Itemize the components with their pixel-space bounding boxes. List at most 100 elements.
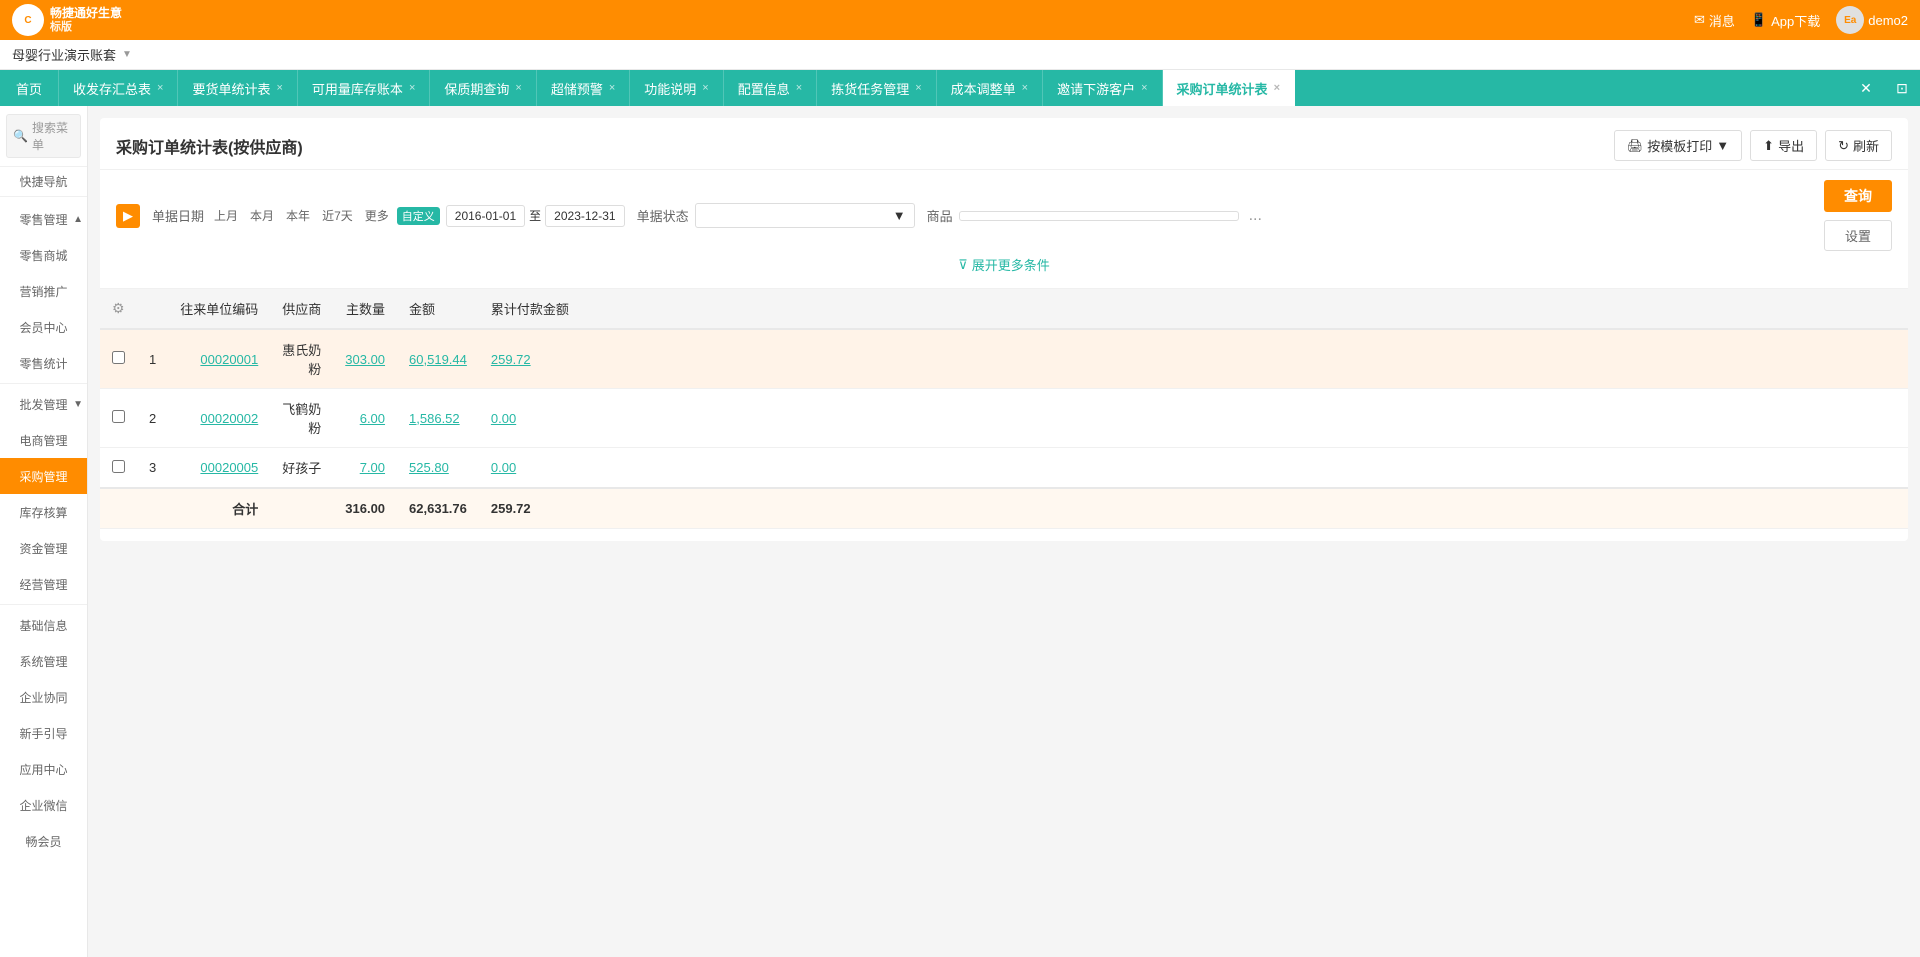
more-options-icon[interactable]: ... xyxy=(1245,207,1266,225)
row-checkbox-cell xyxy=(100,448,137,489)
close-icon[interactable]: × xyxy=(609,82,615,94)
row-main-qty[interactable]: 303.00 xyxy=(333,329,397,389)
close-icon[interactable]: × xyxy=(1141,82,1147,94)
sidebar-item-purchase[interactable]: 采购管理 xyxy=(0,458,87,494)
tab-home[interactable]: 首页 xyxy=(0,70,59,106)
row-checkbox[interactable] xyxy=(112,410,125,423)
row-extra xyxy=(581,448,1908,489)
account-selector[interactable]: 母婴行业演示账套 ▼ xyxy=(12,45,132,64)
tab-close-btn[interactable]: ✕ xyxy=(1848,70,1884,106)
row-amount[interactable]: 60,519.44 xyxy=(397,329,479,389)
refresh-btn[interactable]: ↻ 刷新 xyxy=(1825,130,1892,161)
top-bar: C 畅捷通好生意 标版 ✉ 消息 📱 App下载 Ea demo2 xyxy=(0,0,1920,40)
quick-nav-item[interactable]: 快捷导航 xyxy=(0,167,87,197)
sidebar-item-basics[interactable]: 基础信息 xyxy=(0,607,87,643)
row-paid-amount[interactable]: 0.00 xyxy=(479,389,581,448)
tab-peizhi[interactable]: 配置信息 × xyxy=(724,70,817,106)
sidebar-item-retail-mgmt[interactable]: 零售管理 ▲ xyxy=(0,201,87,237)
search-menu-box[interactable]: 🔍 搜索菜单 xyxy=(6,114,81,158)
sidebar-item-marketing[interactable]: 营销推广 xyxy=(0,273,87,309)
row-unit-code[interactable]: 00020001 xyxy=(168,329,270,389)
tab-yaoqing[interactable]: 邀请下游客户 × xyxy=(1043,70,1162,106)
footer-amount: 62,631.76 xyxy=(397,488,479,529)
tab-chaochu[interactable]: 超储预警 × xyxy=(537,70,630,106)
tab-keyongliang[interactable]: 可用量库存账本 × xyxy=(298,70,430,106)
export-btn[interactable]: ⬆ 导出 xyxy=(1750,130,1817,161)
sidebar-item-wechat[interactable]: 企业微信 xyxy=(0,787,87,823)
row-checkbox[interactable] xyxy=(112,460,125,473)
date-last-month[interactable]: 上月 xyxy=(210,205,242,226)
close-icon[interactable]: × xyxy=(157,82,163,94)
sidebar-item-wholesale[interactable]: 批发管理 ▼ xyxy=(0,386,87,422)
query-btn[interactable]: 查询 xyxy=(1824,180,1892,212)
sidebar-item-retail-stats[interactable]: 零售统计 xyxy=(0,345,87,381)
sidebar-search[interactable]: 🔍 搜索菜单 xyxy=(0,106,87,167)
sidebar-item-newguide[interactable]: 新手引导 xyxy=(0,715,87,751)
table-row: 1 00020001 惠氏奶粉 303.00 xyxy=(100,329,1908,389)
row-paid-amount[interactable]: 0.00 xyxy=(479,448,581,489)
date-this-year[interactable]: 本年 xyxy=(282,205,314,226)
template-print-btn[interactable]: 🖨 按模板打印 ▼ xyxy=(1614,130,1742,161)
date-end[interactable]: 2023-12-31 xyxy=(545,205,624,227)
logo-text: 畅捷通好生意 标版 xyxy=(50,6,122,34)
row-extra xyxy=(581,329,1908,389)
close-icon[interactable]: × xyxy=(1022,82,1028,94)
row-index: 3 xyxy=(137,448,168,489)
message-btn[interactable]: ✉ 消息 xyxy=(1694,11,1735,30)
row-amount[interactable]: 525.80 xyxy=(397,448,479,489)
sidebar-item-member[interactable]: 会员中心 xyxy=(0,309,87,345)
row-main-qty[interactable]: 7.00 xyxy=(333,448,397,489)
sidebar-item-retail-shop[interactable]: 零售商城 xyxy=(0,237,87,273)
sidebar-item-system[interactable]: 系统管理 xyxy=(0,643,87,679)
sidebar-item-finance[interactable]: 资金管理 xyxy=(0,530,87,566)
close-icon[interactable]: × xyxy=(276,82,282,94)
goods-select[interactable] xyxy=(959,211,1239,221)
close-icon[interactable]: × xyxy=(515,82,521,94)
status-select[interactable]: ▼ xyxy=(695,203,915,228)
sidebar-item-operations[interactable]: 经营管理 xyxy=(0,566,87,602)
footer-index-cell xyxy=(137,488,168,529)
date-last-7days[interactable]: 近7天 xyxy=(318,205,357,226)
date-more[interactable]: 更多 xyxy=(361,205,393,226)
filter-goods-group: 商品 ... xyxy=(927,206,1266,225)
row-paid-amount[interactable]: 259.72 xyxy=(479,329,581,389)
filter-toggle-btn[interactable]: ▶ xyxy=(116,204,140,228)
date-this-month[interactable]: 本月 xyxy=(246,205,278,226)
sidebar-item-appcenter[interactable]: 应用中心 xyxy=(0,751,87,787)
date-start[interactable]: 2016-01-01 xyxy=(446,205,525,227)
row-checkbox-cell xyxy=(100,329,137,389)
sidebar-item-ecommerce[interactable]: 电商管理 xyxy=(0,422,87,458)
th-supplier: 供应商 xyxy=(270,289,333,329)
date-range: 2016-01-01 至 2023-12-31 xyxy=(446,205,625,227)
row-amount[interactable]: 1,586.52 xyxy=(397,389,479,448)
tab-chengben[interactable]: 成本调整单 × xyxy=(937,70,1043,106)
sidebar-item-collab[interactable]: 企业协同 xyxy=(0,679,87,715)
close-icon[interactable]: × xyxy=(702,82,708,94)
sidebar-item-member2[interactable]: 畅会员 xyxy=(0,823,87,859)
row-unit-code[interactable]: 00020002 xyxy=(168,389,270,448)
logo-icon: C xyxy=(12,4,44,36)
tab-gongneng[interactable]: 功能说明 × xyxy=(630,70,723,106)
close-icon[interactable]: × xyxy=(409,82,415,94)
row-main-qty[interactable]: 6.00 xyxy=(333,389,397,448)
column-settings-icon[interactable]: ⚙ xyxy=(112,300,125,316)
tab-shoufacun[interactable]: 收发存汇总表 × xyxy=(59,70,178,106)
top-bar-left: C 畅捷通好生意 标版 xyxy=(12,4,122,36)
expand-more-btn[interactable]: ⊽ 展开更多条件 xyxy=(958,255,1050,274)
row-checkbox[interactable] xyxy=(112,351,125,364)
tab-caigou-active[interactable]: 采购订单统计表 × xyxy=(1163,70,1295,106)
tab-baozhi[interactable]: 保质期查询 × xyxy=(430,70,536,106)
app-download-btn[interactable]: 📱 App下载 xyxy=(1751,11,1820,30)
close-icon[interactable]: × xyxy=(1274,82,1280,94)
settings-btn[interactable]: 设置 xyxy=(1824,220,1892,251)
row-unit-code[interactable]: 00020005 xyxy=(168,448,270,489)
sidebar-item-inventory[interactable]: 库存核算 xyxy=(0,494,87,530)
search-icon: 🔍 xyxy=(13,129,28,143)
close-icon[interactable]: × xyxy=(915,82,921,94)
user-menu[interactable]: Ea demo2 xyxy=(1836,6,1908,34)
close-icon[interactable]: × xyxy=(796,82,802,94)
tab-jianhuo[interactable]: 拣货任务管理 × xyxy=(817,70,936,106)
tab-restore-btn[interactable]: ⊡ xyxy=(1884,70,1920,106)
footer-supplier xyxy=(270,488,333,529)
tab-yaohuo[interactable]: 要货单统计表 × xyxy=(178,70,297,106)
